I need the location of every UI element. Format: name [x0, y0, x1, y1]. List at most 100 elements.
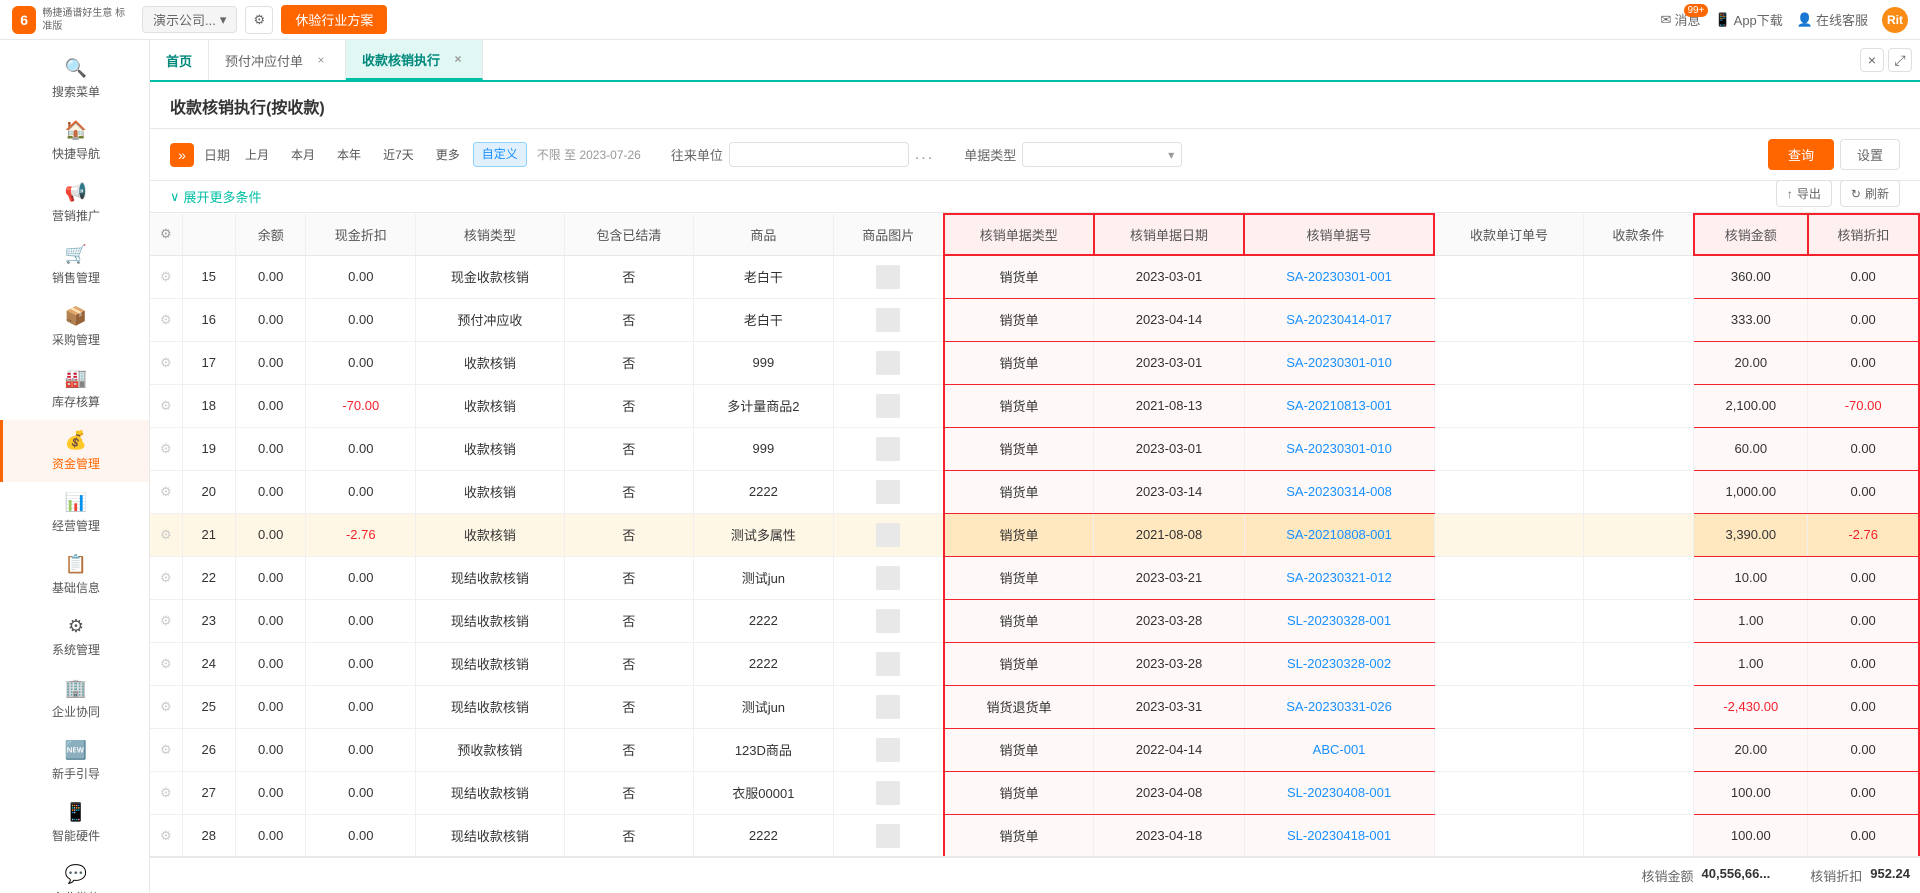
row-settings-icon[interactable]: ⚙: [160, 570, 172, 585]
sidebar-item-basic[interactable]: 📋 基础信息: [0, 544, 149, 606]
col-settings[interactable]: ⚙: [150, 214, 182, 255]
query-button[interactable]: 查询: [1768, 139, 1834, 170]
filter-expand-button[interactable]: »: [170, 143, 194, 167]
row-settings-icon[interactable]: ⚙: [160, 398, 172, 413]
sidebar-item-inventory[interactable]: 🏭 库存核算: [0, 358, 149, 420]
sidebar-item-guide[interactable]: 🆕 新手引导: [0, 730, 149, 792]
industry-button[interactable]: 休验行业方案: [281, 5, 387, 34]
sidebar-item-marketing[interactable]: 📢 营销推广: [0, 172, 149, 234]
cell-doc_no[interactable]: ABC-001: [1244, 728, 1434, 771]
row-settings-icon[interactable]: ⚙: [160, 312, 172, 327]
cell-settings[interactable]: ⚙: [150, 384, 182, 427]
sidebar-item-sales[interactable]: 🛒 销售管理: [0, 234, 149, 296]
date-tab-custom[interactable]: 自定义: [473, 142, 527, 167]
row-settings-icon[interactable]: ⚙: [160, 527, 172, 542]
sidebar-item-wechat[interactable]: 💬 企业微信: [0, 854, 149, 893]
refresh-button[interactable]: ↻ 刷新: [1840, 180, 1900, 207]
row-settings-icon[interactable]: ⚙: [160, 828, 172, 843]
sidebar-item-search[interactable]: 🔍 搜索菜单: [0, 48, 149, 110]
cell-receipt_terms: [1583, 341, 1693, 384]
cell-doc_no[interactable]: SA-20230301-010: [1244, 341, 1434, 384]
date-tab-thisyear[interactable]: 本年: [328, 142, 370, 167]
sidebar-item-hardware[interactable]: 📱 智能硬件: [0, 792, 149, 854]
tab-home[interactable]: 首页: [150, 40, 209, 80]
date-tab-lastmonth[interactable]: 上月: [236, 142, 278, 167]
cell-doc_no[interactable]: SA-20230321-012: [1244, 556, 1434, 599]
cell-settings[interactable]: ⚙: [150, 341, 182, 384]
cell-settings[interactable]: ⚙: [150, 513, 182, 556]
row-settings-icon[interactable]: ⚙: [160, 742, 172, 757]
cell-settings[interactable]: ⚙: [150, 771, 182, 814]
sidebar-item-company[interactable]: 🏢 企业协同: [0, 668, 149, 730]
cell-product: 2222: [693, 470, 833, 513]
tab-prepay[interactable]: 预付冲应付单 ×: [209, 40, 346, 80]
cell-receipt_order_no: [1434, 728, 1583, 771]
cell-doc_no[interactable]: SA-20230301-010: [1244, 427, 1434, 470]
row-settings-icon[interactable]: ⚙: [160, 441, 172, 456]
notification-button[interactable]: ✉ 消息 99+: [1661, 10, 1701, 29]
sidebar-item-system[interactable]: ⚙ 系统管理: [0, 606, 149, 668]
cell-settings[interactable]: ⚙: [150, 470, 182, 513]
cell-settings[interactable]: ⚙: [150, 255, 182, 298]
date-tab-more[interactable]: 更多: [427, 142, 469, 167]
cell-doc_no[interactable]: SA-20230414-017: [1244, 298, 1434, 341]
user-avatar[interactable]: Rit: [1882, 7, 1908, 33]
cell-receipt_order_no: [1434, 642, 1583, 685]
cell-doc_no[interactable]: SL-20230408-001: [1244, 771, 1434, 814]
receipt-type-select[interactable]: [1022, 142, 1182, 167]
cell-doc_no[interactable]: SL-20230328-002: [1244, 642, 1434, 685]
date-tab-7days[interactable]: 近7天: [374, 142, 423, 167]
cell-doc_no[interactable]: SA-20210813-001: [1244, 384, 1434, 427]
sidebar-item-operation[interactable]: 📊 经营管理: [0, 482, 149, 544]
cell-doc_no[interactable]: SA-20210808-001: [1244, 513, 1434, 556]
logo-area: 6 畅捷通谱好生意 标准版: [12, 6, 132, 34]
sidebar-item-finance[interactable]: 💰 资金管理: [0, 420, 149, 482]
counterpart-input[interactable]: [729, 142, 909, 167]
cell-doc_date: 2023-03-21: [1094, 556, 1244, 599]
row-settings-icon[interactable]: ⚙: [160, 613, 172, 628]
cell-receipt_terms: [1583, 599, 1693, 642]
cell-seq: 19: [182, 427, 235, 470]
cell-receipt_order_no: [1434, 556, 1583, 599]
row-settings-icon[interactable]: ⚙: [160, 785, 172, 800]
cell-settings[interactable]: ⚙: [150, 685, 182, 728]
sidebar-item-quicknav[interactable]: 🏠 快捷导航: [0, 110, 149, 172]
export-button[interactable]: ↑ 导出: [1776, 180, 1832, 207]
cell-receipt_terms: [1583, 728, 1693, 771]
online-service-button[interactable]: 👤 在线客服: [1797, 10, 1868, 29]
row-settings-icon[interactable]: ⚙: [160, 699, 172, 714]
tab-receivable-label: 收款核销执行: [362, 50, 440, 69]
sidebar-item-purchase[interactable]: 📦 采购管理: [0, 296, 149, 358]
cell-doc_no[interactable]: SL-20230418-001: [1244, 814, 1434, 856]
expand-more-bar[interactable]: ∨ 展开更多条件: [150, 181, 1920, 213]
cell-doc_no[interactable]: SA-20230314-008: [1244, 470, 1434, 513]
cell-settings[interactable]: ⚙: [150, 642, 182, 685]
sidebar-label-hardware: 智能硬件: [52, 827, 100, 844]
cell-settings[interactable]: ⚙: [150, 728, 182, 771]
cell-doc_no[interactable]: SL-20230328-001: [1244, 599, 1434, 642]
row-settings-icon[interactable]: ⚙: [160, 355, 172, 370]
cell-settings[interactable]: ⚙: [150, 556, 182, 599]
tab-receivable[interactable]: 收款核销执行 ×: [346, 40, 483, 80]
close-window-button[interactable]: ×: [1860, 48, 1884, 72]
date-tab-thismonth[interactable]: 本月: [282, 142, 324, 167]
app-download-button[interactable]: 📱 App下载: [1714, 10, 1782, 29]
company-selector[interactable]: 演示公司... ▾: [142, 6, 237, 33]
row-settings-icon[interactable]: ⚙: [160, 656, 172, 671]
tab-receivable-close[interactable]: ×: [450, 51, 466, 67]
cell-doc_no[interactable]: SA-20230331-026: [1244, 685, 1434, 728]
cell-settings[interactable]: ⚙: [150, 427, 182, 470]
cell-product_image: [833, 556, 943, 599]
cell-doc_no[interactable]: SA-20230301-001: [1244, 255, 1434, 298]
row-settings-icon[interactable]: ⚙: [160, 269, 172, 284]
cell-settings[interactable]: ⚙: [150, 599, 182, 642]
cell-seq: 28: [182, 814, 235, 856]
settings-button[interactable]: ⚙: [245, 6, 273, 34]
cell-writeoff_type: 现金收款核销: [416, 255, 565, 298]
filter-settings-button[interactable]: 设置: [1840, 139, 1900, 170]
tab-prepay-close[interactable]: ×: [313, 52, 329, 68]
cell-settings[interactable]: ⚙: [150, 814, 182, 856]
cell-settings[interactable]: ⚙: [150, 298, 182, 341]
restore-window-button[interactable]: ⤢: [1888, 48, 1912, 72]
row-settings-icon[interactable]: ⚙: [160, 484, 172, 499]
